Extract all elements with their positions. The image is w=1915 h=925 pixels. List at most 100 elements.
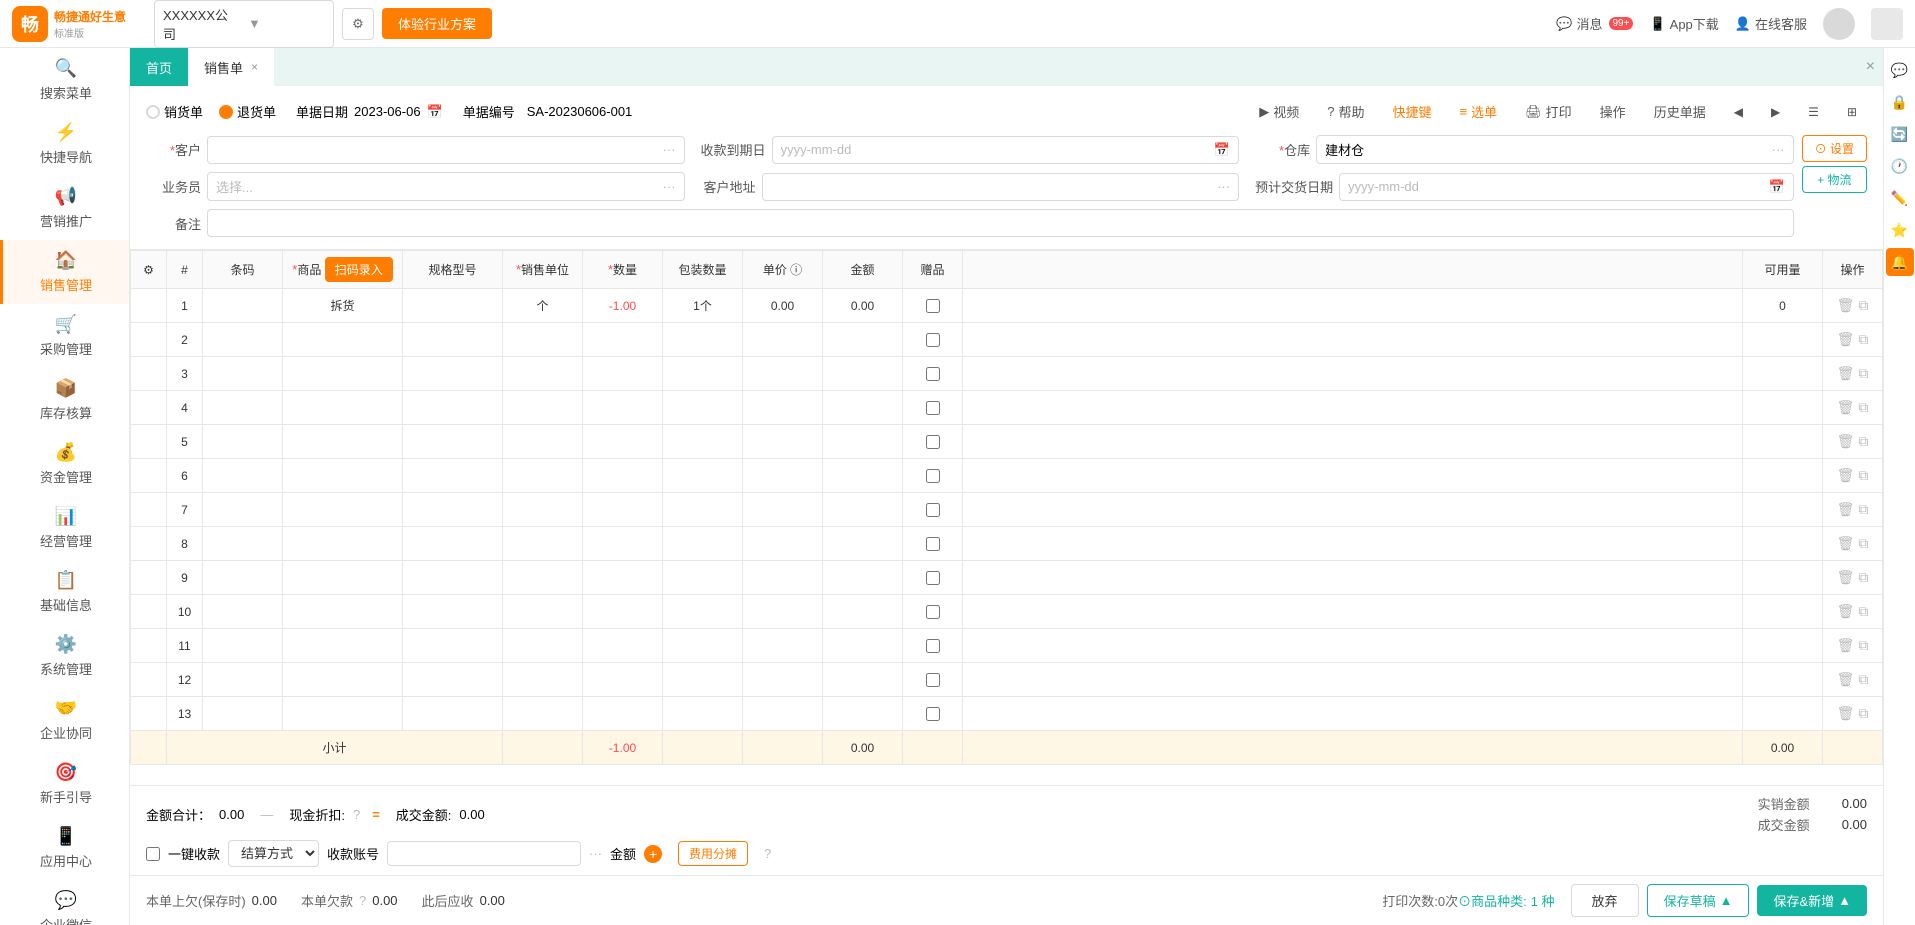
expected-date-input[interactable]: yyyy-mm-dd 📅	[1339, 173, 1794, 201]
customer-input[interactable]: ···	[207, 136, 685, 164]
prev-button[interactable]: ◀	[1724, 101, 1753, 123]
del-icon[interactable]: 🗑	[1837, 603, 1855, 620]
copy-icon[interactable]: ⧉	[1858, 501, 1868, 518]
salesperson-dots-icon[interactable]: ···	[663, 179, 676, 194]
customer-addr-input[interactable]: ···	[762, 173, 1240, 201]
user-avatar[interactable]	[1823, 8, 1855, 40]
salesperson-input[interactable]: 选择... ···	[207, 172, 685, 201]
shortcut-button[interactable]: 快捷键	[1383, 98, 1442, 125]
customer-dots-icon[interactable]: ···	[663, 142, 676, 157]
row-copy-icon[interactable]: ⧉	[1858, 297, 1868, 314]
debt-help-icon[interactable]: ?	[359, 893, 366, 908]
rs-lock-icon[interactable]: 🔒	[1886, 88, 1914, 116]
company-selector[interactable]: XXXXXX公司 ▼	[154, 0, 334, 48]
del-icon[interactable]: 🗑	[1837, 705, 1855, 722]
del-icon[interactable]: 🗑	[1837, 569, 1855, 586]
copy-icon[interactable]: ⧉	[1858, 569, 1868, 586]
sidebar-item-wechat[interactable]: 💬 企业微信	[0, 880, 129, 925]
rs-edit-icon[interactable]: ✏️	[1886, 184, 1914, 212]
del-icon[interactable]: 🗑	[1837, 671, 1855, 688]
sidebar-item-finance[interactable]: 💰 资金管理	[0, 432, 129, 496]
setup-button[interactable]: ⊙ 设置	[1802, 135, 1867, 162]
row-delete-icon[interactable]: 🗑	[1837, 297, 1855, 314]
message-item[interactable]: 💬 消息 99+	[1556, 14, 1633, 33]
save-draft-button[interactable]: 保存草稿 ▲	[1647, 884, 1750, 917]
copy-icon[interactable]: ⧉	[1858, 399, 1868, 416]
del-icon[interactable]: 🗑	[1837, 535, 1855, 552]
del-icon[interactable]: 🗑	[1837, 637, 1855, 654]
tab-close-icon[interactable]: ×	[251, 60, 258, 74]
row-price[interactable]: 0.00	[743, 289, 823, 323]
rs-notification-icon[interactable]: 🔔	[1886, 248, 1914, 276]
select-button[interactable]: ≡ 选单	[1450, 98, 1508, 125]
warehouse-dots-icon[interactable]: ···	[1772, 142, 1785, 157]
video-button[interactable]: ▶ 视频	[1249, 98, 1309, 125]
sidebar-item-guide[interactable]: 🎯 新手引导	[0, 752, 129, 816]
copy-icon[interactable]: ⧉	[1858, 433, 1868, 450]
sidebar-item-base-info[interactable]: 📋 基础信息	[0, 560, 129, 624]
del-icon[interactable]: 🗑	[1837, 467, 1855, 484]
company-settings-button[interactable]: ⚙	[342, 8, 374, 40]
due-date-input[interactable]: yyyy-mm-dd 📅	[772, 136, 1240, 164]
sidebar-item-search[interactable]: 🔍 搜索菜单	[0, 48, 129, 112]
list-view-button[interactable]: ☰	[1798, 101, 1829, 123]
print-button[interactable]: 🖨 打印	[1515, 98, 1582, 125]
th-settings[interactable]: ⚙	[131, 251, 167, 289]
sidebar-item-system[interactable]: ⚙️ 系统管理	[0, 624, 129, 688]
row-goods[interactable]: 拆货	[283, 289, 403, 323]
sidebar-item-app-center[interactable]: 📱 应用中心	[0, 816, 129, 880]
copy-icon[interactable]: ⧉	[1858, 365, 1868, 382]
row-unit[interactable]: 个	[503, 289, 583, 323]
discard-button[interactable]: 放弃	[1571, 884, 1639, 917]
warehouse-input[interactable]: 建材仓 ···	[1316, 135, 1794, 164]
del-icon[interactable]: 🗑	[1837, 501, 1855, 518]
next-button[interactable]: ▶	[1761, 101, 1790, 123]
history-button[interactable]: 历史单据	[1644, 98, 1716, 125]
sidebar-item-quick-nav[interactable]: ⚡ 快捷导航	[0, 112, 129, 176]
row-barcode[interactable]	[203, 289, 283, 323]
due-date-calendar-icon[interactable]: 📅	[1214, 142, 1230, 158]
sidebar-item-inventory[interactable]: 📦 库存核算	[0, 368, 129, 432]
del-icon[interactable]: 🗑	[1837, 399, 1855, 416]
logistics-button[interactable]: + 物流	[1802, 166, 1867, 193]
scan-btn[interactable]: 扫码录入	[325, 257, 393, 282]
del-icon[interactable]: 🗑	[1837, 331, 1855, 348]
copy-icon[interactable]: ⧉	[1858, 467, 1868, 484]
close-all-tabs-button[interactable]: ×	[1866, 58, 1875, 76]
discount-help-icon[interactable]: ?	[353, 807, 360, 822]
expense-help-icon[interactable]: ?	[764, 846, 771, 861]
row-amount[interactable]: 0.00	[823, 289, 903, 323]
row-spec[interactable]	[403, 289, 503, 323]
row-qty[interactable]: -1.00	[583, 289, 663, 323]
del-icon[interactable]: 🗑	[1837, 365, 1855, 382]
sidebar-item-marketing[interactable]: 📢 营销推广	[0, 176, 129, 240]
radio-return[interactable]: 退货单	[219, 102, 276, 121]
settlement-select[interactable]: 结算方式	[228, 840, 319, 867]
operations-button[interactable]: 操作	[1590, 98, 1636, 125]
calendar-icon[interactable]: 📅	[427, 104, 443, 120]
trial-button[interactable]: 体验行业方案	[382, 8, 492, 39]
sidebar-item-enterprise[interactable]: 🤝 企业协同	[0, 688, 129, 752]
tab-sales-order[interactable]: 销售单 ×	[188, 48, 274, 86]
rs-star-icon[interactable]: ⭐	[1886, 216, 1914, 244]
copy-icon[interactable]: ⧉	[1858, 331, 1868, 348]
grid-view-button[interactable]: ⊞	[1837, 101, 1867, 123]
row-pack[interactable]: 1个	[663, 289, 743, 323]
radio-sale[interactable]: 销货单	[146, 102, 203, 121]
account-input[interactable]	[387, 841, 581, 866]
copy-icon[interactable]: ⧉	[1858, 637, 1868, 654]
online-service-item[interactable]: 👤 在线客服	[1735, 14, 1807, 33]
rs-history-icon[interactable]: 🕐	[1886, 152, 1914, 180]
row-gift[interactable]	[903, 289, 963, 323]
sidebar-item-purchase[interactable]: 🛒 采购管理	[0, 304, 129, 368]
dots-icon[interactable]: ···	[589, 846, 602, 861]
tab-home[interactable]: 首页	[130, 48, 188, 86]
user-menu[interactable]	[1871, 8, 1903, 40]
sidebar-item-sales[interactable]: 🏠 销售管理	[0, 240, 129, 304]
copy-icon[interactable]: ⧉	[1858, 603, 1868, 620]
expected-calendar-icon[interactable]: 📅	[1768, 179, 1784, 195]
help-button[interactable]: ? 帮助	[1317, 98, 1374, 125]
rs-refresh-icon[interactable]: 🔄	[1886, 120, 1914, 148]
notes-input[interactable]	[207, 209, 1794, 237]
addr-dots-icon[interactable]: ···	[1217, 179, 1230, 194]
